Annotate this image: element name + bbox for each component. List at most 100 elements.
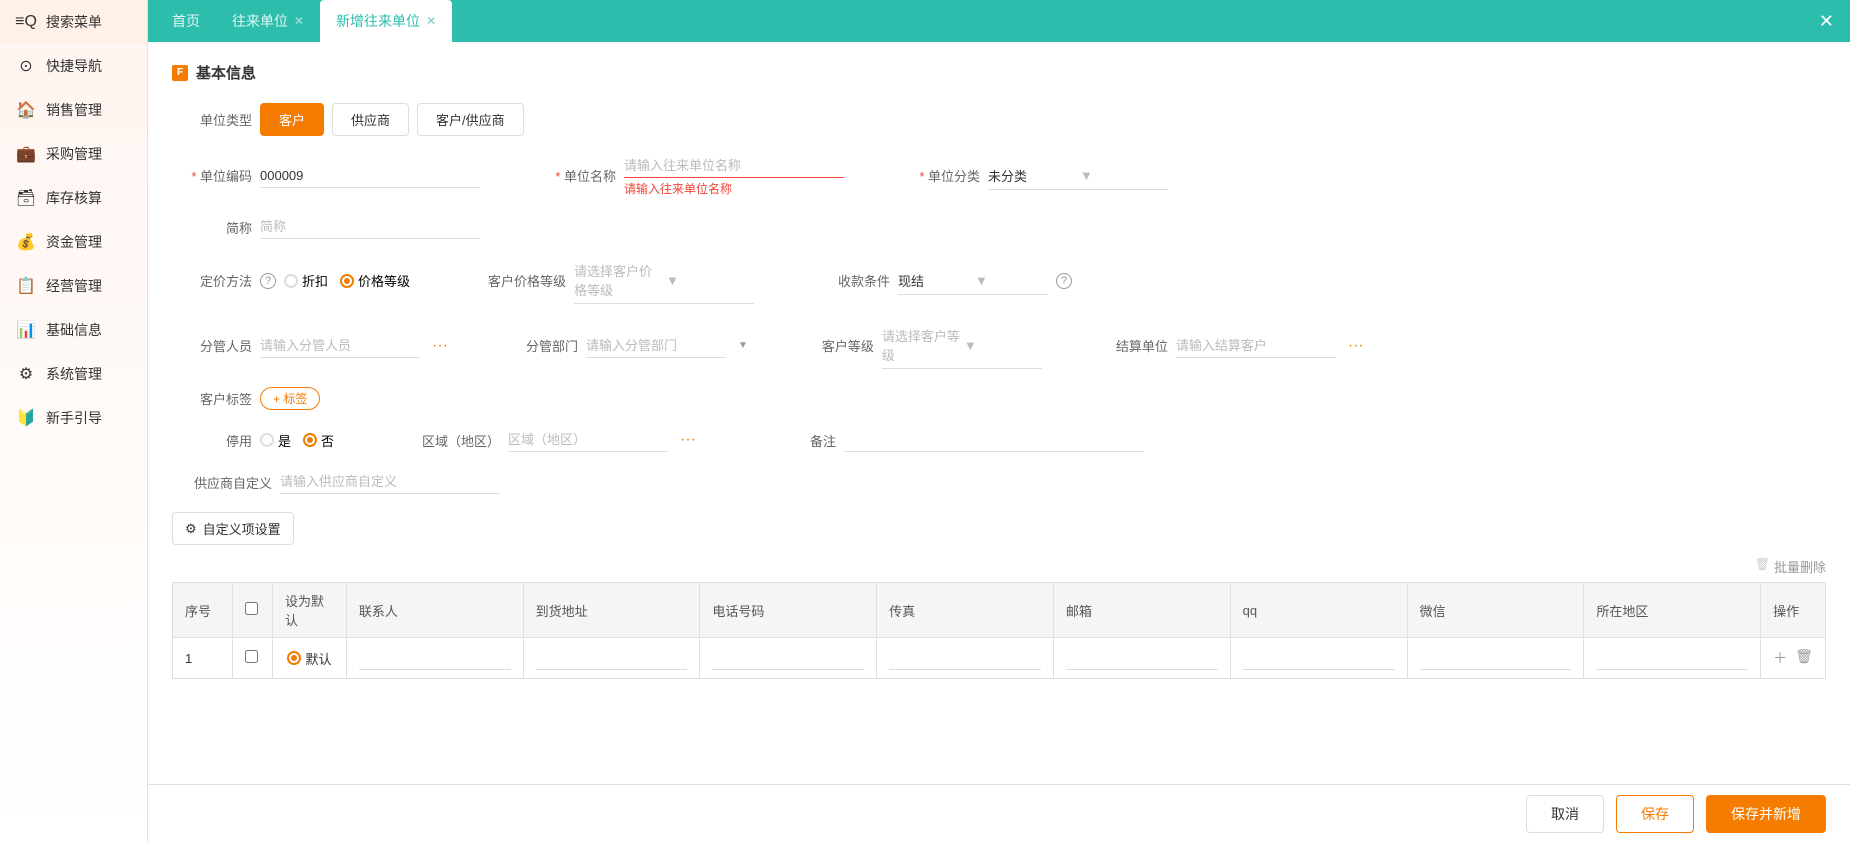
customer-level-placeholder: 请选择客户等级 <box>882 326 960 364</box>
sidebar-item-inventory[interactable]: 🗃 库存核算 <box>0 176 147 220</box>
customer-price-select[interactable]: 请选择客户价格等级 ▼ <box>574 257 754 304</box>
supplier-custom-input[interactable] <box>280 470 500 494</box>
sidebar-item-label: 系统管理 <box>46 364 102 384</box>
cell-seq: 1 <box>173 638 233 679</box>
default-radio[interactable]: 默认 <box>285 649 334 668</box>
manager-more-icon[interactable]: ··· <box>428 337 452 355</box>
table-row: 1 默认 <box>173 638 1826 679</box>
pricing-help-icon[interactable]: ? <box>260 273 276 289</box>
unit-category-select[interactable]: 未分类 ▼ <box>988 162 1168 190</box>
sidebar: ≡Q 搜索菜单 ⊙ 快捷导航 🏠 销售管理 💼 采购管理 🗃 库存核算 💰 资金… <box>0 0 148 843</box>
cell-qq[interactable] <box>1230 638 1407 679</box>
tab-new-contact-close[interactable]: ✕ <box>426 14 436 28</box>
payment-help-icon[interactable]: ? <box>1056 273 1072 289</box>
manager-input[interactable] <box>260 334 420 358</box>
abbr-input[interactable] <box>260 215 480 239</box>
address-input[interactable] <box>536 646 688 670</box>
discount-radio-circle <box>284 274 298 288</box>
cell-check[interactable] <box>233 638 273 679</box>
email-input[interactable] <box>1066 646 1218 670</box>
region-more-icon[interactable]: ··· <box>676 431 700 449</box>
settlement-more-icon[interactable]: ··· <box>1344 337 1368 355</box>
payment-terms-label: 收款条件 <box>810 271 890 290</box>
contact-input[interactable] <box>359 646 511 670</box>
unit-type-customer[interactable]: 客户 <box>260 103 324 136</box>
add-row-icon[interactable]: ＋ <box>1773 648 1787 668</box>
yes-label: 是 <box>278 431 291 450</box>
sidebar-item-finance[interactable]: 💰 资金管理 <box>0 220 147 264</box>
unit-name-error: 请输入往来单位名称 <box>624 180 732 197</box>
custom-settings-button[interactable]: ⚙ 自定义项设置 <box>172 512 294 545</box>
fax-input[interactable] <box>889 646 1041 670</box>
disabled-yes-radio[interactable]: 是 <box>260 431 291 450</box>
section-title: 基本信息 <box>196 62 256 83</box>
dept-label: 分管部门 <box>498 336 578 355</box>
cell-contact[interactable] <box>346 638 523 679</box>
level-radio-dot <box>344 278 350 284</box>
tab-new-contact[interactable]: 新增往来单位 ✕ <box>320 0 452 42</box>
pricing-label: 定价方法 <box>172 271 252 290</box>
col-phone: 电话号码 <box>700 583 877 638</box>
sidebar-item-search[interactable]: ≡Q 搜索菜单 <box>0 0 147 44</box>
disabled-no-radio[interactable]: 否 <box>303 431 334 450</box>
main-area: 首页 往来单位 ✕ 新增往来单位 ✕ ✕ F 基本信息 单位类型 客户 <box>148 0 1850 843</box>
code-name-category-row: 单位编码 单位名称 请输入往来单位名称 单位分类 未分类 ▼ <box>172 154 1826 197</box>
wechat-input[interactable] <box>1420 646 1572 670</box>
settlement-input[interactable] <box>1176 334 1336 358</box>
qq-input[interactable] <box>1243 646 1395 670</box>
tab-home-label: 首页 <box>172 11 200 31</box>
sidebar-item-label: 销售管理 <box>46 100 102 120</box>
unit-type-both[interactable]: 客户/供应商 <box>417 103 524 136</box>
unit-name-input[interactable] <box>624 154 844 178</box>
batch-delete-label[interactable]: 批量删除 <box>1774 557 1826 576</box>
sidebar-item-basic[interactable]: 📊 基础信息 <box>0 308 147 352</box>
payment-terms-select[interactable]: 现结 ▼ <box>898 267 1048 295</box>
tab-contacts[interactable]: 往来单位 ✕ <box>216 0 320 42</box>
tab-contacts-close[interactable]: ✕ <box>294 14 304 28</box>
phone-input[interactable] <box>712 646 864 670</box>
cancel-button[interactable]: 取消 <box>1526 795 1604 833</box>
region-input[interactable] <box>508 428 668 452</box>
batch-delete: 🗑 批量删除 <box>172 557 1826 576</box>
sidebar-item-system[interactable]: ⚙ 系统管理 <box>0 352 147 396</box>
region-field-input[interactable] <box>1596 646 1748 670</box>
col-check[interactable] <box>233 583 273 638</box>
remarks-label: 备注 <box>776 431 836 450</box>
window-close-button[interactable]: ✕ <box>1811 11 1842 32</box>
cell-wechat[interactable] <box>1407 638 1584 679</box>
cell-email[interactable] <box>1053 638 1230 679</box>
sidebar-item-guide[interactable]: 🔰 新手引导 <box>0 396 147 440</box>
remarks-input[interactable] <box>844 428 1144 452</box>
pricing-discount-radio[interactable]: 折扣 <box>284 271 328 290</box>
add-tag-button[interactable]: + 标签 <box>260 387 320 410</box>
save-button[interactable]: 保存 <box>1616 795 1694 833</box>
inventory-icon: 🗃 <box>16 188 36 208</box>
save-new-button[interactable]: 保存并新增 <box>1706 795 1826 833</box>
cell-fax[interactable] <box>877 638 1054 679</box>
dept-input[interactable] <box>586 334 726 358</box>
sidebar-item-quicknav[interactable]: ⊙ 快捷导航 <box>0 44 147 88</box>
unit-code-input[interactable] <box>260 164 480 188</box>
tab-home[interactable]: 首页 <box>156 0 216 42</box>
delete-row-icon[interactable]: 🗑 <box>1795 648 1813 668</box>
unit-type-supplier[interactable]: 供应商 <box>332 103 409 136</box>
row-checkbox[interactable] <box>245 650 258 663</box>
cell-address[interactable] <box>523 638 700 679</box>
sidebar-item-label: 新手引导 <box>46 408 102 428</box>
cell-phone[interactable] <box>700 638 877 679</box>
cell-region[interactable] <box>1584 638 1761 679</box>
guide-icon: 🔰 <box>16 408 36 428</box>
customer-level-select[interactable]: 请选择客户等级 ▼ <box>882 322 1042 369</box>
tab-bar: 首页 往来单位 ✕ 新增往来单位 ✕ ✕ <box>148 0 1850 42</box>
unit-type-group: 客户 供应商 客户/供应商 <box>260 103 524 136</box>
default-radio-dot <box>291 655 297 661</box>
disabled-label: 停用 <box>172 431 252 450</box>
pricing-level-radio[interactable]: 价格等级 <box>340 271 410 290</box>
sidebar-item-sales[interactable]: 🏠 销售管理 <box>0 88 147 132</box>
sidebar-item-purchase[interactable]: 💼 采购管理 <box>0 132 147 176</box>
sidebar-item-operations[interactable]: 📋 经营管理 <box>0 264 147 308</box>
chevron-down-icon4: ▼ <box>964 338 1042 353</box>
select-all-checkbox[interactable] <box>245 602 258 615</box>
customer-tag-label: 客户标签 <box>172 389 252 408</box>
level-radio-circle <box>340 274 354 288</box>
